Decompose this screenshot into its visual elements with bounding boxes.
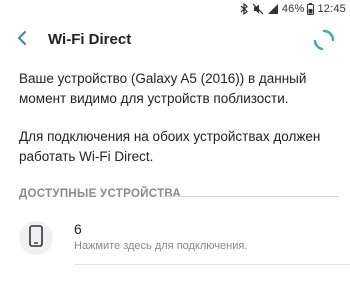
app-bar: Wi-Fi Direct — [0, 18, 350, 64]
back-button[interactable] — [10, 28, 34, 52]
device-icon-container — [19, 221, 53, 255]
device-name: 6 — [74, 221, 82, 237]
battery-icon — [307, 3, 315, 15]
list-divider — [74, 264, 350, 265]
section-header-available: ДОСТУПНЫЕ УСТРОЙСТВА — [19, 188, 182, 200]
back-chevron-icon — [16, 30, 28, 51]
device-connect-hint: Нажмите здесь для подключения. — [74, 240, 248, 252]
status-icons: 46% 12:45 — [240, 2, 346, 16]
page-title: Wi-Fi Direct — [48, 31, 132, 48]
device-list-item[interactable]: 6 Нажмите здесь для подключения. — [0, 210, 350, 266]
status-bar: 46% 12:45 — [0, 0, 350, 18]
battery-percent: 46% — [281, 3, 305, 15]
visibility-description: Ваше устройство (Galaxy A5 (2016)) в дан… — [19, 71, 307, 106]
clock: 12:45 — [317, 3, 346, 15]
mute-icon — [252, 3, 264, 15]
enable-description: Для подключения на обоих устройствах дол… — [19, 129, 321, 164]
bluetooth-icon — [240, 3, 249, 15]
phone-icon — [29, 224, 43, 252]
signal-icon — [267, 3, 279, 15]
section-divider — [161, 196, 339, 197]
loading-spinner-icon — [312, 28, 336, 52]
